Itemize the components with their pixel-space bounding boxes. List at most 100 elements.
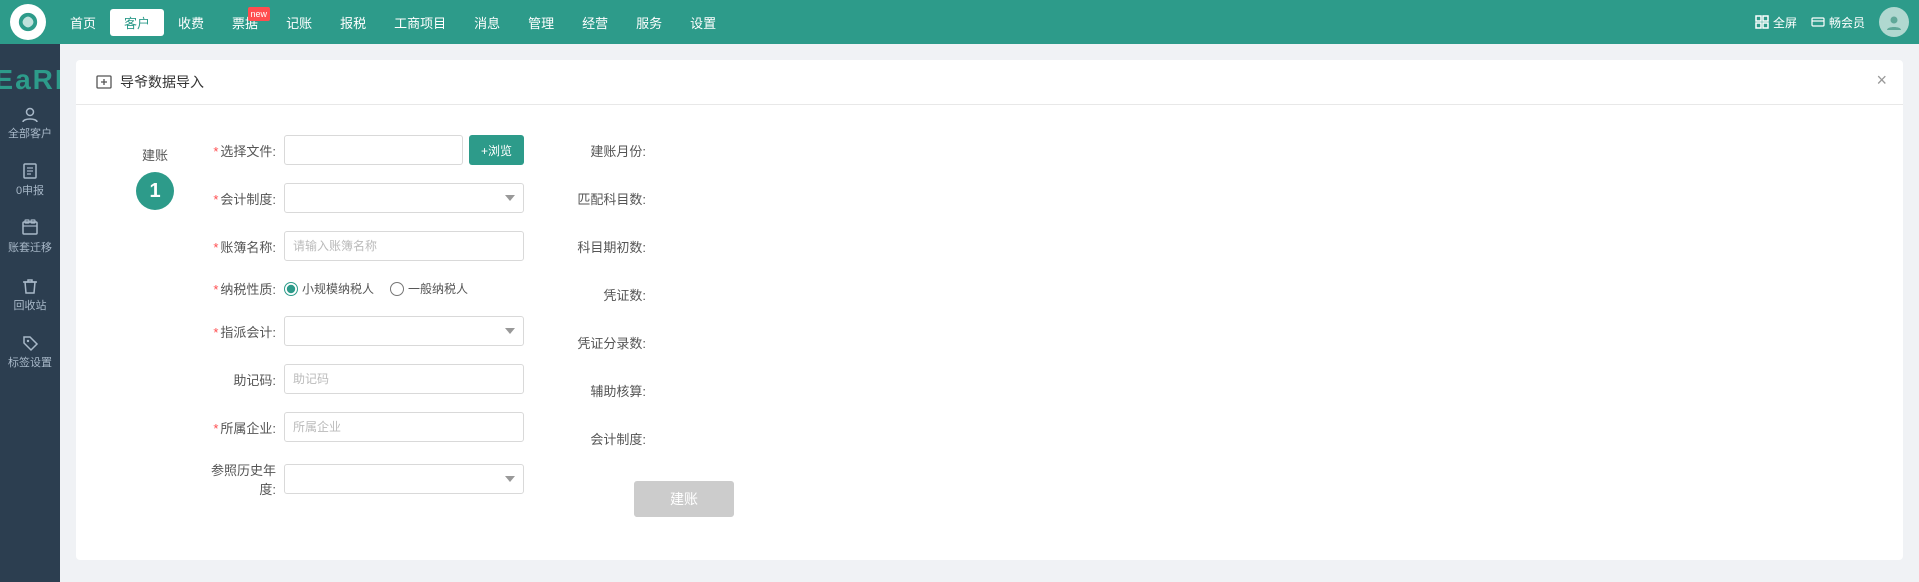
browse-button[interactable]: +浏览: [469, 135, 524, 165]
sidebar-item-zero-declare[interactable]: 0申报: [0, 151, 60, 208]
sidebar-label-tag-settings: 标签设置: [8, 357, 52, 370]
ledger-name-row: 账簿名称:: [204, 231, 524, 261]
reference-year-select[interactable]: [284, 464, 524, 494]
tax-type-label: 纳税性质:: [204, 279, 284, 298]
nav-right: 全屏 畅会员: [1755, 7, 1909, 37]
info-row-month: 建账月份:: [564, 135, 804, 165]
recycle-icon: [20, 276, 40, 296]
content-area: 导爷数据导入 × 建账 1 选择文件:: [60, 44, 1919, 582]
nav-items: 首页 客户 收费 票据 new 记账 报税 工商项目 消息 管理 经营 服务 设…: [56, 9, 1755, 36]
belongs-company-row: 所属企业:: [204, 412, 524, 442]
sidebar-label-zero-declare: 0申报: [16, 185, 44, 198]
dialog-header: 导爷数据导入 ×: [76, 60, 1903, 105]
new-badge: new: [248, 7, 271, 21]
step-indicator: 建账 1: [136, 135, 174, 517]
ledger-name-input[interactable]: [284, 231, 524, 261]
info-voucher-count-label: 凭证数:: [564, 285, 654, 304]
tax-general-label: 一般纳税人: [408, 280, 468, 297]
fullscreen-label: 全屏: [1773, 14, 1797, 31]
tag-icon: [20, 333, 40, 353]
file-label: 选择文件:: [204, 141, 284, 160]
main-layout: EaRP 全部客户 0申报: [0, 44, 1919, 582]
dialog-close-button[interactable]: ×: [1876, 70, 1887, 91]
dialog-title: 导爷数据导入: [120, 72, 204, 92]
info-month-label: 建账月份:: [564, 141, 654, 160]
nav-item-operation[interactable]: 经营: [568, 9, 622, 36]
ledger-name-label: 账簿名称:: [204, 237, 284, 256]
accounting-system-label: 会计制度:: [204, 189, 284, 208]
nav-item-service[interactable]: 服务: [622, 9, 676, 36]
info-aux-label: 辅助核算:: [564, 381, 654, 400]
step-circle: 1: [136, 172, 174, 210]
nav-item-tax[interactable]: 报税: [326, 9, 380, 36]
info-row-voucher-entries: 凭证分录数:: [564, 327, 804, 357]
accountant-row: 指派会计:: [204, 316, 524, 346]
reference-year-row: 参照历史年度:: [204, 460, 524, 498]
nav-item-manage[interactable]: 管理: [514, 9, 568, 36]
nav-item-ticket[interactable]: 票据 new: [218, 9, 272, 36]
nav-item-bizproject[interactable]: 工商项目: [380, 9, 460, 36]
sidebar-label-account-migrate: 账套迁移: [8, 242, 52, 255]
step-label: 建账: [142, 145, 168, 164]
create-btn-area: 建账: [564, 471, 804, 517]
migrate-icon: [20, 218, 40, 238]
import-icon: [96, 74, 112, 90]
left-form: 选择文件: +浏览 会计制度:: [204, 135, 524, 517]
create-account-button[interactable]: 建账: [634, 481, 734, 517]
tax-general-option[interactable]: 一般纳税人: [390, 280, 468, 297]
form-area: 建账 1 选择文件: +浏览 会计制度:: [76, 105, 1903, 547]
accounting-system-row: 会计制度:: [204, 183, 524, 213]
memo-code-input[interactable]: [284, 364, 524, 394]
nav-item-settings[interactable]: 设置: [676, 9, 730, 36]
info-accounting-label: 会计制度:: [564, 429, 654, 448]
tax-small-option[interactable]: 小规模纳税人: [284, 280, 374, 297]
vip-label: 畅会员: [1829, 14, 1865, 31]
sidebar: EaRP 全部客户 0申报: [0, 44, 60, 582]
sidebar-item-recycle[interactable]: 回收站: [0, 266, 60, 323]
vip-button[interactable]: 畅会员: [1811, 14, 1865, 31]
info-row-aux: 辅助核算:: [564, 375, 804, 405]
nav-item-customer[interactable]: 客户: [110, 9, 164, 36]
file-input[interactable]: [284, 135, 463, 165]
declare-icon: [20, 161, 40, 181]
fullscreen-button[interactable]: 全屏: [1755, 14, 1797, 31]
sidebar-label-all-customers: 全部客户: [8, 128, 52, 141]
tax-type-row: 纳税性质: 小规模纳税人 一般纳税人: [204, 279, 524, 298]
right-info: 建账月份: 匹配科目数: 科目期初数: 凭证数:: [524, 135, 804, 517]
sidebar-label-recycle: 回收站: [14, 300, 47, 313]
nav-item-charge[interactable]: 收费: [164, 9, 218, 36]
info-subject-init-label: 科目期初数:: [564, 237, 654, 256]
tax-small-radio[interactable]: [284, 282, 298, 296]
tax-type-radio-group: 小规模纳税人 一般纳税人: [284, 280, 524, 297]
customers-icon: [20, 104, 40, 124]
memo-code-label: 助记码:: [204, 370, 284, 389]
reference-year-label: 参照历史年度:: [204, 460, 284, 498]
info-row-subject-init: 科目期初数:: [564, 231, 804, 261]
sidebar-item-account-migrate[interactable]: 账套迁移: [0, 208, 60, 265]
accountant-select[interactable]: [284, 316, 524, 346]
nav-item-bookkeep[interactable]: 记账: [272, 9, 326, 36]
file-input-group: +浏览: [284, 135, 524, 165]
belongs-company-input[interactable]: [284, 412, 524, 442]
info-voucher-entries-label: 凭证分录数:: [564, 333, 654, 352]
info-row-voucher-count: 凭证数:: [564, 279, 804, 309]
avatar[interactable]: [1879, 7, 1909, 37]
logo[interactable]: [10, 4, 46, 40]
dialog-panel: 导爷数据导入 × 建账 1 选择文件:: [76, 60, 1903, 560]
top-nav: 首页 客户 收费 票据 new 记账 报税 工商项目 消息 管理 经营 服务 设…: [0, 0, 1919, 44]
tax-small-label: 小规模纳税人: [302, 280, 374, 297]
sidebar-item-tag-settings[interactable]: 标签设置: [0, 323, 60, 380]
memo-code-row: 助记码:: [204, 364, 524, 394]
nav-item-home[interactable]: 首页: [56, 9, 110, 36]
belongs-company-label: 所属企业:: [204, 418, 284, 437]
info-row-accounting: 会计制度:: [564, 423, 804, 453]
info-row-match: 匹配科目数:: [564, 183, 804, 213]
info-match-label: 匹配科目数:: [564, 189, 654, 208]
nav-item-message[interactable]: 消息: [460, 9, 514, 36]
tax-general-radio[interactable]: [390, 282, 404, 296]
accounting-system-select[interactable]: [284, 183, 524, 213]
right-top: 建账月份: 匹配科目数: 科目期初数: 凭证数:: [564, 135, 804, 453]
sidebar-item-all-customers[interactable]: 全部客户: [0, 94, 60, 151]
file-row: 选择文件: +浏览: [204, 135, 524, 165]
accountant-label: 指派会计:: [204, 322, 284, 341]
